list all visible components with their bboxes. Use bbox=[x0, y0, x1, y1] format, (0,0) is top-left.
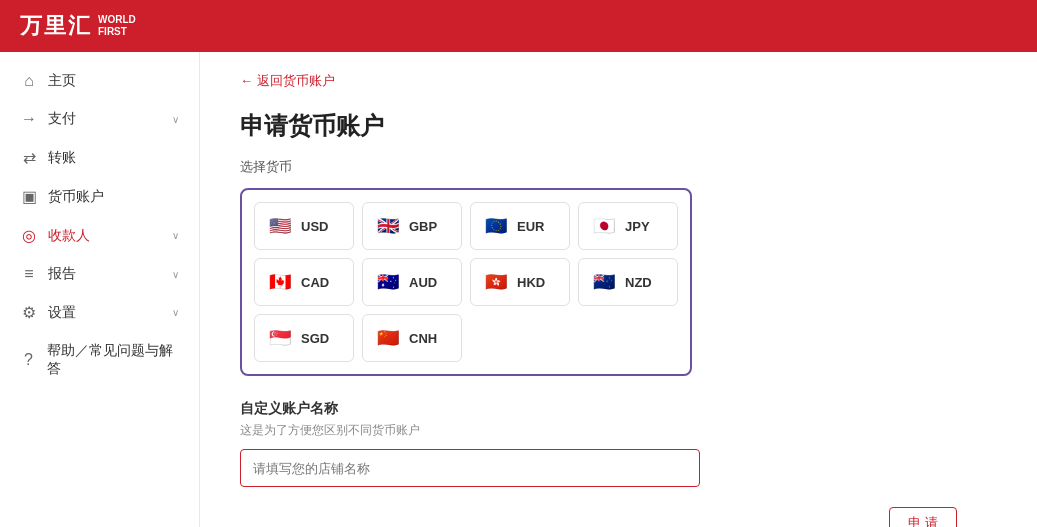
chevron-icon-recipients: ∨ bbox=[172, 230, 179, 241]
chevron-icon-settings: ∨ bbox=[172, 307, 179, 318]
submit-row: 申 请 bbox=[240, 507, 997, 527]
sidebar-item-reports[interactable]: ≡ 报告 ∨ bbox=[0, 255, 199, 293]
currency-grid-wrapper: 🇺🇸 USD 🇬🇧 GBP 🇪🇺 EUR 🇯🇵 JPY 🇨🇦 CAD 🇦🇺 AUD 🇭🇰 HKD 🇳🇿 NZD… bbox=[240, 188, 692, 376]
currency-item-sgd[interactable]: 🇸🇬 SGD bbox=[254, 314, 354, 362]
sidebar-item-pay[interactable]: → 支付 ∨ bbox=[0, 100, 199, 138]
transfer-icon: ⇄ bbox=[20, 148, 38, 167]
logo-en: WORLD FIRST bbox=[98, 14, 136, 38]
page-title: 申请货币账户 bbox=[240, 110, 997, 142]
home-icon: ⌂ bbox=[20, 72, 38, 90]
main-content: ← 返回货币账户 申请货币账户 选择货币 🇺🇸 USD 🇬🇧 GBP 🇪🇺 EUR 🇯🇵 JP… bbox=[200, 52, 1037, 527]
header: 万里汇 WORLD FIRST bbox=[0, 0, 1037, 52]
sidebar-label-reports: 报告 bbox=[48, 265, 76, 283]
flag-aud: 🇦🇺 bbox=[375, 269, 401, 295]
currency-code-hkd: HKD bbox=[517, 275, 545, 290]
currency-code-aud: AUD bbox=[409, 275, 437, 290]
currency-code-cad: CAD bbox=[301, 275, 329, 290]
currency-code-sgd: SGD bbox=[301, 331, 329, 346]
layout: ⌂主页→支付∨⇄转账▣货币账户◎收款人∨≡报告∨⚙设置∨?帮助／常见问题与解答 … bbox=[0, 52, 1037, 527]
sidebar-label-transfer: 转账 bbox=[48, 149, 76, 167]
currency-item-usd[interactable]: 🇺🇸 USD bbox=[254, 202, 354, 250]
currency-code-nzd: NZD bbox=[625, 275, 652, 290]
sidebar-label-pay: 支付 bbox=[48, 110, 76, 128]
accounts-icon: ▣ bbox=[20, 187, 38, 206]
flag-nzd: 🇳🇿 bbox=[591, 269, 617, 295]
sidebar-item-recipients[interactable]: ◎ 收款人 ∨ bbox=[0, 216, 199, 255]
sidebar: ⌂ 主页 → 支付 ∨ ⇄ 转账 ▣ 货币账户 ◎ 收款人 ∨ ≡ 报告 ∨ ⚙ 设置 ∨? 帮助／常见问题与解答 bbox=[0, 52, 200, 527]
currency-item-jpy[interactable]: 🇯🇵 JPY bbox=[578, 202, 678, 250]
flag-sgd: 🇸🇬 bbox=[267, 325, 293, 351]
sidebar-item-home[interactable]: ⌂ 主页 bbox=[0, 62, 199, 100]
currency-code-gbp: GBP bbox=[409, 219, 437, 234]
reports-icon: ≡ bbox=[20, 265, 38, 283]
custom-name-section: 自定义账户名称 这是为了方便您区别不同货币账户 bbox=[240, 400, 997, 487]
custom-name-title: 自定义账户名称 bbox=[240, 400, 997, 418]
custom-name-input[interactable] bbox=[240, 449, 700, 487]
currency-grid: 🇺🇸 USD 🇬🇧 GBP 🇪🇺 EUR 🇯🇵 JPY 🇨🇦 CAD 🇦🇺 AUD 🇭🇰 HKD 🇳🇿 NZD… bbox=[254, 202, 678, 362]
currency-item-hkd[interactable]: 🇭🇰 HKD bbox=[470, 258, 570, 306]
currency-code-eur: EUR bbox=[517, 219, 544, 234]
flag-gbp: 🇬🇧 bbox=[375, 213, 401, 239]
currency-code-usd: USD bbox=[301, 219, 328, 234]
sidebar-item-settings[interactable]: ⚙ 设置 ∨ bbox=[0, 293, 199, 332]
sidebar-item-accounts[interactable]: ▣ 货币账户 bbox=[0, 177, 199, 216]
currency-item-aud[interactable]: 🇦🇺 AUD bbox=[362, 258, 462, 306]
flag-hkd: 🇭🇰 bbox=[483, 269, 509, 295]
custom-name-desc: 这是为了方便您区别不同货币账户 bbox=[240, 422, 997, 439]
pay-icon: → bbox=[20, 110, 38, 128]
flag-usd: 🇺🇸 bbox=[267, 213, 293, 239]
flag-cad: 🇨🇦 bbox=[267, 269, 293, 295]
sidebar-label-home: 主页 bbox=[48, 72, 76, 90]
sidebar-item-help[interactable]: ? 帮助／常见问题与解答 bbox=[0, 332, 199, 388]
flag-jpy: 🇯🇵 bbox=[591, 213, 617, 239]
sidebar-label-accounts: 货币账户 bbox=[48, 188, 104, 206]
flag-eur: 🇪🇺 bbox=[483, 213, 509, 239]
currency-item-gbp[interactable]: 🇬🇧 GBP bbox=[362, 202, 462, 250]
currency-item-cad[interactable]: 🇨🇦 CAD bbox=[254, 258, 354, 306]
sidebar-label-recipients: 收款人 bbox=[48, 227, 90, 245]
submit-button[interactable]: 申 请 bbox=[889, 507, 957, 527]
currency-item-eur[interactable]: 🇪🇺 EUR bbox=[470, 202, 570, 250]
currency-section-label: 选择货币 bbox=[240, 158, 997, 176]
sidebar-item-transfer[interactable]: ⇄ 转账 bbox=[0, 138, 199, 177]
currency-code-jpy: JPY bbox=[625, 219, 650, 234]
back-link[interactable]: ← 返回货币账户 bbox=[240, 72, 997, 90]
currency-item-nzd[interactable]: 🇳🇿 NZD bbox=[578, 258, 678, 306]
flag-cnh: 🇨🇳 bbox=[375, 325, 401, 351]
chevron-icon-reports: ∨ bbox=[172, 269, 179, 280]
logo-cn: 万里汇 bbox=[20, 11, 92, 41]
sidebar-label-help: 帮助／常见问题与解答 bbox=[47, 342, 179, 378]
settings-icon: ⚙ bbox=[20, 303, 38, 322]
chevron-icon-pay: ∨ bbox=[172, 114, 179, 125]
currency-item-cnh[interactable]: 🇨🇳 CNH bbox=[362, 314, 462, 362]
currency-code-cnh: CNH bbox=[409, 331, 437, 346]
sidebar-label-settings: 设置 bbox=[48, 304, 76, 322]
help-icon: ? bbox=[20, 351, 37, 369]
recipients-icon: ◎ bbox=[20, 226, 38, 245]
